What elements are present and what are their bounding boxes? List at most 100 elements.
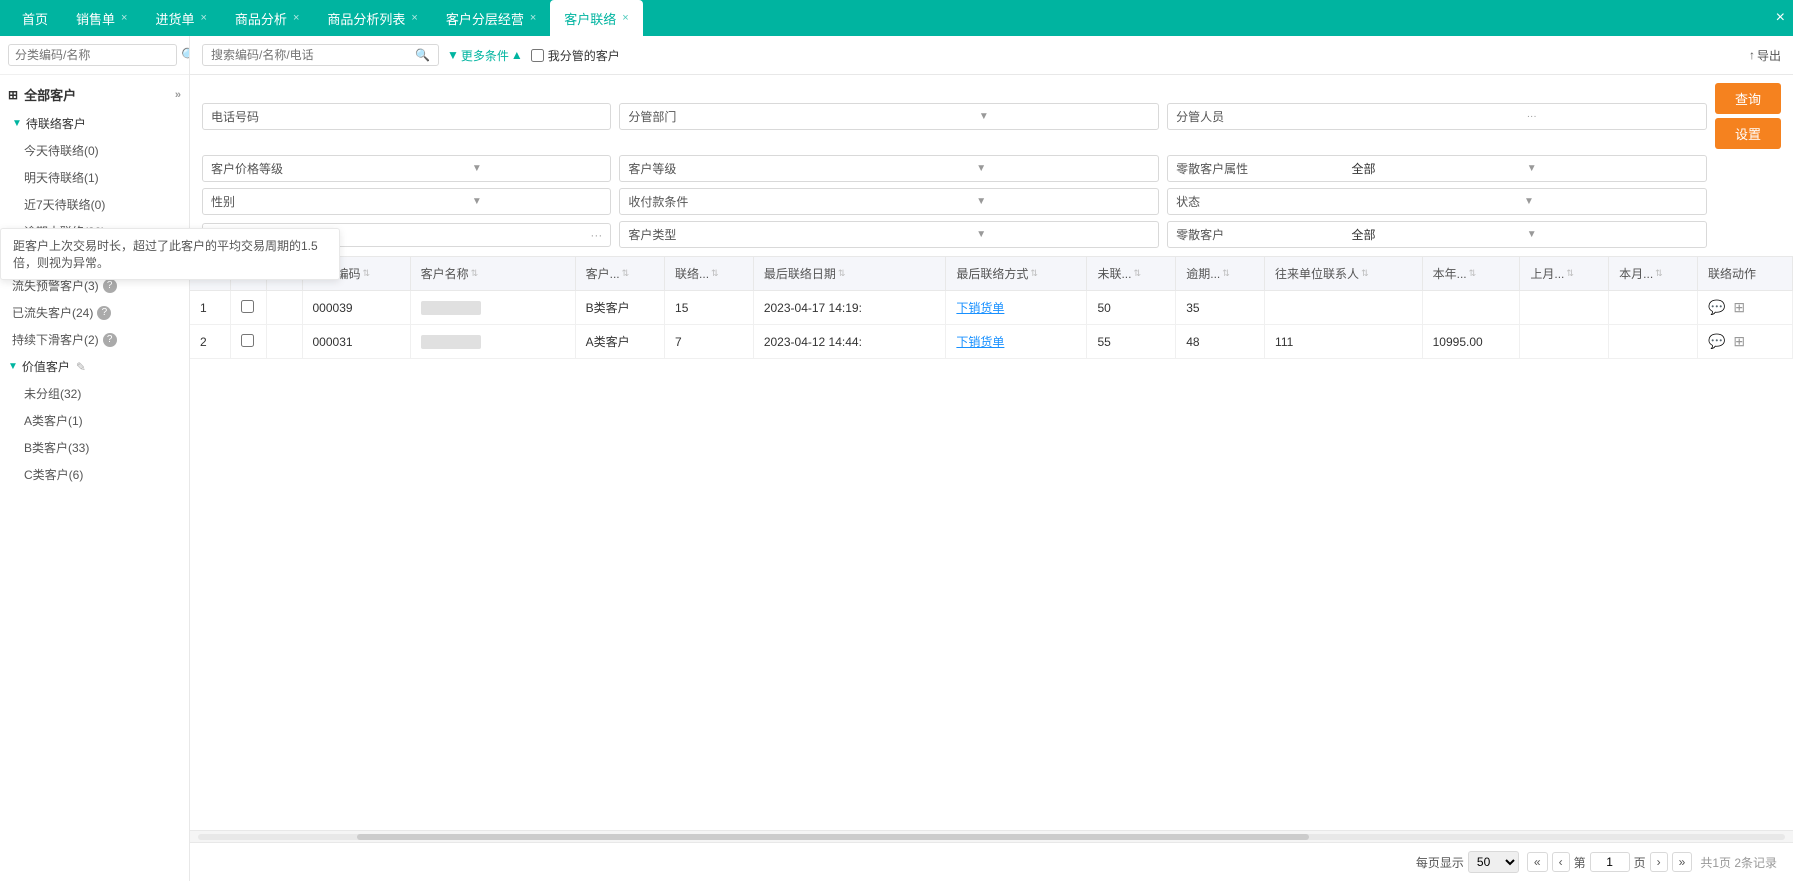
more-conditions-button[interactable]: ▼ 更多条件 ▲	[447, 47, 523, 64]
page-number-input[interactable]	[1590, 852, 1630, 872]
retail-attr-arrow-icon: ▼	[1527, 163, 1698, 174]
last-month-sort-icon[interactable]: ⇅	[1566, 268, 1574, 279]
sidebar-item-a-class[interactable]: A类客户(1)	[0, 407, 189, 434]
query-button[interactable]: 查询	[1715, 83, 1781, 114]
overdue-sort-icon[interactable]: ⇅	[1222, 268, 1230, 279]
sidebar-item-7days[interactable]: 近7天待联络(0)	[0, 191, 189, 218]
row2-this-month	[1609, 325, 1698, 359]
row2-name	[410, 325, 575, 359]
pagination-bar: 每页显示 50 10 20 100 « ‹ 第 页 › » 共1页 2条记录	[190, 842, 1793, 881]
filter-search-icon[interactable]: 🔍	[415, 48, 430, 62]
row2-more-icon[interactable]: ⊞	[1733, 333, 1745, 350]
pending-contact-header[interactable]: ▼ 待联络客户	[0, 110, 189, 137]
export-button[interactable]: ↑ 导出	[1749, 47, 1781, 64]
sidebar-item-unclassified[interactable]: 未分组(32)	[0, 380, 189, 407]
retail-attr-select[interactable]: 零散客户属性 全部 ▼	[1167, 155, 1707, 182]
collapse-sidebar-icon[interactable]: »	[175, 89, 181, 101]
nav-tab-product-analysis[interactable]: 商品分析 ×	[221, 0, 313, 36]
retail-customer-select[interactable]: 零散客户 全部 ▼	[1167, 221, 1707, 248]
price-level-arrow-icon: ▼	[472, 163, 602, 174]
top-navigation: 首页 销售单 × 进货单 × 商品分析 × 商品分析列表 × 客户分层经营 × …	[0, 0, 1793, 36]
my-customers-input[interactable]	[531, 49, 544, 62]
row1-last-month	[1520, 291, 1609, 325]
status-select[interactable]: 状态 ▼	[1167, 188, 1707, 215]
page-size-select-input[interactable]: 50 10 20 100	[1468, 851, 1519, 873]
row1-contact: 15	[665, 291, 754, 325]
customer-level-select[interactable]: 客户等级 ▼	[619, 155, 1159, 182]
row1-more-icon[interactable]: ⊞	[1733, 299, 1745, 316]
close-sales-tab-icon[interactable]: ×	[121, 12, 127, 24]
window-close-icon[interactable]: ×	[1776, 9, 1785, 27]
sidebar-search-icon[interactable]: 🔍	[181, 47, 190, 64]
row1-action-cell: 💬 ⊞	[1697, 291, 1792, 325]
set-button[interactable]: 设置	[1715, 118, 1781, 149]
payment-terms-select[interactable]: 收付款条件 ▼	[619, 188, 1159, 215]
row1-checkbox[interactable]	[241, 300, 254, 313]
branch-person-select[interactable]: 分管人员 ···	[1167, 103, 1707, 130]
last-method-sort-icon[interactable]: ⇅	[1030, 268, 1038, 279]
nav-tab-home[interactable]: 首页	[8, 0, 62, 36]
export-icon: ↑	[1749, 48, 1755, 62]
filter-row-1: 电话号码 分管部门 ▼ 分管人员 ··· 查询 设置	[202, 83, 1781, 149]
level-sort-icon[interactable]: ⇅	[622, 268, 630, 279]
this-month-sort-icon[interactable]: ⇅	[1655, 268, 1663, 279]
last-date-sort-icon[interactable]: ⇅	[838, 268, 846, 279]
row1-contact-person	[1265, 291, 1423, 325]
close-product-analysis-tab-icon[interactable]: ×	[293, 12, 299, 24]
col-last-contact-date-header: 最后联络日期 ⇅	[753, 257, 946, 291]
first-page-button[interactable]: «	[1527, 852, 1548, 872]
sidebar-item-declining-customers[interactable]: 持续下滑客户(2) ?	[0, 326, 189, 353]
gender-select[interactable]: 性别 ▼	[202, 188, 611, 215]
sidebar-item-b-class[interactable]: B类客户(33)	[0, 434, 189, 461]
this-year-sort-icon[interactable]: ⇅	[1469, 268, 1477, 279]
nav-tab-product-list[interactable]: 商品分析列表 ×	[313, 0, 431, 36]
person-sort-icon[interactable]: ⇅	[1361, 268, 1369, 279]
edit-icon[interactable]: ✎	[76, 360, 86, 374]
chevron-up-icon: ▲	[511, 48, 523, 62]
sidebar-item-tomorrow[interactable]: 明天待联络(1)	[0, 164, 189, 191]
close-product-list-tab-icon[interactable]: ×	[411, 12, 417, 24]
row1-last-date: 2023-04-17 14:19:	[753, 291, 946, 325]
all-customers-header[interactable]: ⊞ 全部客户 »	[0, 79, 189, 110]
close-customer-segment-tab-icon[interactable]: ×	[530, 12, 536, 24]
col-no-contact-header: 未联... ⇅	[1087, 257, 1176, 291]
col-action-header: 联络动作	[1697, 257, 1792, 291]
filter-search-input[interactable]	[211, 48, 411, 62]
phone-input[interactable]	[267, 109, 602, 123]
horizontal-scrollbar[interactable]	[190, 830, 1793, 842]
nav-tab-customer-contact[interactable]: 客户联络 ×	[550, 0, 642, 36]
customer-price-level-select[interactable]: 客户价格等级 ▼	[202, 155, 611, 182]
last-page-button[interactable]: »	[1672, 852, 1693, 872]
close-purchase-tab-icon[interactable]: ×	[200, 12, 206, 24]
prev-page-button[interactable]: ‹	[1552, 852, 1570, 872]
row2-message-icon[interactable]: 💬	[1708, 333, 1725, 350]
sidebar-item-c-class[interactable]: C类客户(6)	[0, 461, 189, 488]
branch-dept-select[interactable]: 分管部门 ▼	[619, 103, 1159, 130]
customer-type-select[interactable]: 客户类型 ▼	[619, 221, 1159, 248]
next-page-button[interactable]: ›	[1650, 852, 1668, 872]
contact-sort-icon[interactable]: ⇅	[711, 268, 719, 279]
sidebar-search-input[interactable]	[8, 44, 177, 66]
data-table-container: ⚙ 客户编码 ⇅ 客户名称 ⇅	[190, 257, 1793, 830]
sidebar-item-lost-customers[interactable]: 已流失客户(24) ?	[0, 299, 189, 326]
filter-search-box: 🔍	[202, 44, 439, 66]
name-sort-icon[interactable]: ⇅	[471, 268, 479, 279]
nav-tab-purchase[interactable]: 进货单 ×	[141, 0, 220, 36]
no-contact-sort-icon[interactable]: ⇅	[1133, 268, 1141, 279]
nav-tab-customer-segment[interactable]: 客户分层经营 ×	[432, 0, 550, 36]
code-sort-icon[interactable]: ⇅	[363, 268, 371, 279]
page-navigation: « ‹ 第 页 › »	[1527, 852, 1692, 872]
row1-last-method[interactable]: 下销货单	[946, 291, 1087, 325]
filter-bar: 🔍 ▼ 更多条件 ▲ 我分管的客户 ↑ 导出	[190, 36, 1793, 75]
customer-table: ⚙ 客户编码 ⇅ 客户名称 ⇅	[190, 257, 1793, 359]
sidebar-item-today[interactable]: 今天待联络(0)	[0, 137, 189, 164]
declining-icon: ?	[103, 333, 117, 347]
value-customers-header[interactable]: ▼ 价值客户 ✎	[0, 353, 189, 380]
col-last-month-header: 上月... ⇅	[1520, 257, 1609, 291]
main-layout: 🔍 ⊞ 全部客户 » ▼ 待联络客户 今天待联络(0) 明天待联络(1)	[0, 36, 1793, 881]
row2-checkbox[interactable]	[241, 334, 254, 347]
row1-message-icon[interactable]: 💬	[1708, 299, 1725, 316]
close-customer-contact-tab-icon[interactable]: ×	[622, 12, 628, 24]
nav-tab-sales[interactable]: 销售单 ×	[62, 0, 141, 36]
row2-last-method[interactable]: 下销货单	[946, 325, 1087, 359]
